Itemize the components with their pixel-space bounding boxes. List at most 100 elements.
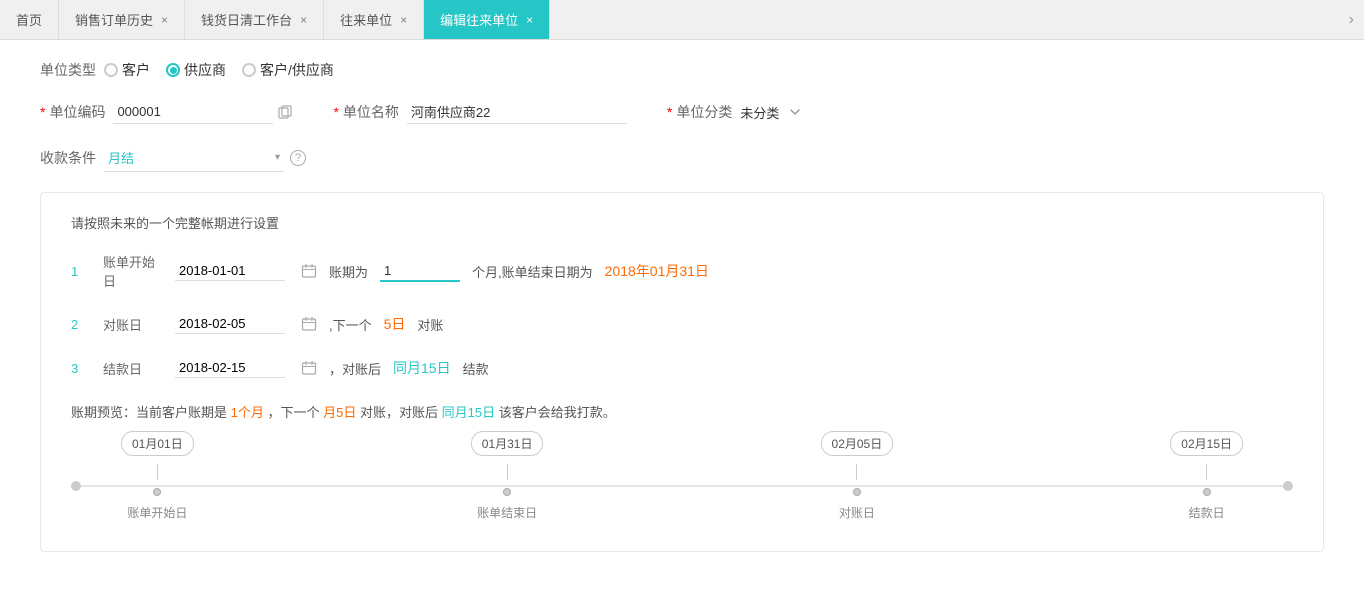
- radio-supplier[interactable]: 供应商: [166, 60, 226, 80]
- payment-period-section: 请按照未来的一个完整帐期进行设置 1 账单开始日 账期为 个月,账单结束日期为 …: [40, 192, 1324, 552]
- row-label-3: 结款日: [103, 359, 163, 378]
- unit-code-label: 单位编码: [49, 102, 105, 122]
- preview-part2: ，下一个: [268, 405, 320, 420]
- timeline-pill-2: 01月31日: [471, 431, 544, 456]
- close-sales-history[interactable]: ×: [161, 13, 168, 27]
- unit-type-row: 单位类型 客户 供应商 客户/供应商: [40, 60, 1324, 80]
- row-label-1: 账单开始日: [103, 252, 163, 290]
- unit-name-group: * 单位名称: [333, 100, 626, 124]
- timeline-label-1: 账单开始日: [127, 504, 187, 521]
- tab-edit-counterparty[interactable]: 编辑往来单位 ×: [424, 0, 550, 39]
- tab-more-chevron[interactable]: ›: [1339, 11, 1364, 29]
- preview-section: 账期预览：当前客户账期是 1个月 ，下一个 月5日 对账，对账后 同月15日 该…: [71, 402, 1293, 531]
- preview-suffix: 该客户会给我打款。: [499, 405, 616, 420]
- help-icon[interactable]: ?: [290, 150, 306, 166]
- unit-type-label: 单位类型: [40, 60, 96, 80]
- payment-terms-value: 月结: [108, 148, 275, 167]
- timeline-pill-1: 01月01日: [121, 431, 194, 456]
- unit-name-input[interactable]: [407, 100, 627, 124]
- unit-code-input[interactable]: [113, 100, 273, 124]
- timeline-items: 01月01日 账单开始日 01月31日 账单结束日 02月05日: [81, 441, 1283, 531]
- unit-name-label: 单位名称: [343, 102, 399, 122]
- settlement-desc-prefix: ，对账后: [329, 359, 381, 378]
- unit-type-radio-group: 客户 供应商 客户/供应商: [104, 60, 334, 80]
- unit-class-group: * 单位分类 未分类: [667, 102, 803, 122]
- code-name-class-row: * 单位编码 * 单位名称 * 单位分类 未分类: [40, 100, 1324, 124]
- unit-class-label: 单位分类: [676, 102, 732, 122]
- reconcile-desc-suffix: 对账: [417, 315, 443, 334]
- tab-bar: 首页 销售订单历史 × 钱货日清工作台 × 往来单位 × 编辑往来单位 × ›: [0, 0, 1364, 40]
- tab-sales-history[interactable]: 销售订单历史 ×: [59, 0, 185, 39]
- reconcile-cal-icon[interactable]: [301, 316, 317, 332]
- billing-period-suffix: 个月,账单结束日期为: [472, 262, 593, 281]
- timeline-tick-2: [507, 464, 508, 480]
- row-num-1: 1: [71, 264, 91, 279]
- timeline-dot-1: [153, 488, 161, 496]
- radio-circle-supplier: [166, 63, 180, 77]
- close-edit-counterparty[interactable]: ×: [526, 13, 533, 27]
- reconcile-date-input[interactable]: [175, 314, 285, 334]
- timeline-item-2: 01月31日 账单结束日: [471, 431, 544, 521]
- preview-part2-highlight: 月5日: [323, 405, 356, 420]
- payment-terms-row: 收款条件 月结 ▾ ?: [40, 144, 1324, 172]
- settlement-day-highlight: 同月15日: [393, 358, 451, 378]
- timeline-item-3: 02月05日 对账日: [821, 431, 894, 521]
- unit-class-value: 未分类: [740, 103, 779, 122]
- billing-end-date-highlight: 2018年01月31日: [605, 261, 709, 281]
- class-required-star: *: [667, 104, 672, 120]
- timeline-label-4: 结款日: [1189, 504, 1225, 521]
- preview-text: 账期预览：当前客户账期是 1个月 ，下一个 月5日 对账，对账后 同月15日 该…: [71, 402, 1293, 421]
- billing-start-date-input[interactable]: [175, 261, 285, 281]
- settlement-desc-suffix: 结款: [463, 359, 489, 378]
- settlement-date-input[interactable]: [175, 358, 285, 378]
- timeline-item-1: 01月01日 账单开始日: [121, 431, 194, 521]
- reconcile-desc-prefix: ,下一个: [329, 315, 372, 334]
- code-required-star: *: [40, 104, 45, 120]
- section-title: 请按照未来的一个完整帐期进行设置: [71, 213, 1293, 232]
- radio-label-supplier: 供应商: [184, 60, 226, 80]
- row-num-3: 3: [71, 361, 91, 376]
- radio-both[interactable]: 客户/供应商: [242, 60, 334, 80]
- reconcile-row: 2 对账日 ,下一个 5日 对账: [71, 314, 1293, 334]
- timeline-label-3: 对账日: [839, 504, 875, 521]
- timeline-tick-1: [157, 464, 158, 480]
- radio-customer[interactable]: 客户: [104, 60, 150, 80]
- timeline-dot-3: [853, 488, 861, 496]
- billing-start-row: 1 账单开始日 账期为 个月,账单结束日期为 2018年01月31日: [71, 252, 1293, 290]
- timeline-pill-3: 02月05日: [821, 431, 894, 456]
- preview-part1: 1个月: [231, 405, 264, 420]
- timeline-tick-4: [1206, 464, 1207, 480]
- billing-start-cal-icon[interactable]: [301, 263, 317, 279]
- timeline-right-dot: [1283, 481, 1293, 491]
- radio-label-both: 客户/供应商: [260, 60, 334, 80]
- row-num-2: 2: [71, 317, 91, 332]
- timeline-left-dot: [71, 481, 81, 491]
- preview-part3: 对账，对账后: [360, 405, 438, 420]
- timeline-dot-4: [1203, 488, 1211, 496]
- settlement-cal-icon[interactable]: [301, 360, 317, 376]
- tab-cash-work[interactable]: 钱货日清工作台 ×: [185, 0, 324, 39]
- name-required-star: *: [333, 104, 338, 120]
- close-counterparty[interactable]: ×: [400, 13, 407, 27]
- billing-period-label: 账期为: [329, 262, 368, 281]
- timeline-pill-4: 02月15日: [1170, 431, 1243, 456]
- radio-circle-both: [242, 63, 256, 77]
- unit-class-dropdown[interactable]: 未分类: [740, 103, 803, 122]
- period-value-input[interactable]: [380, 261, 460, 282]
- reconcile-day-highlight: 5日: [384, 314, 406, 334]
- tab-counterparty[interactable]: 往来单位 ×: [324, 0, 424, 39]
- radio-circle-customer: [104, 63, 118, 77]
- preview-prefix: 账期预览：当前客户账期是: [71, 405, 227, 420]
- class-dropdown-chevron-icon: [787, 104, 803, 120]
- main-content: 单位类型 客户 供应商 客户/供应商 * 单位编码: [0, 40, 1364, 608]
- payment-terms-arrow-icon: ▾: [275, 152, 280, 163]
- tab-home[interactable]: 首页: [0, 0, 59, 39]
- preview-part3-highlight: 同月15日: [442, 405, 495, 420]
- copy-icon[interactable]: [277, 104, 293, 120]
- row-label-2: 对账日: [103, 315, 163, 334]
- timeline-dot-2: [503, 488, 511, 496]
- close-cash-work[interactable]: ×: [300, 13, 307, 27]
- settlement-row: 3 结款日 ，对账后 同月15日 结款: [71, 358, 1293, 378]
- payment-terms-dropdown[interactable]: 月结 ▾: [104, 144, 284, 172]
- unit-code-group: * 单位编码: [40, 100, 293, 124]
